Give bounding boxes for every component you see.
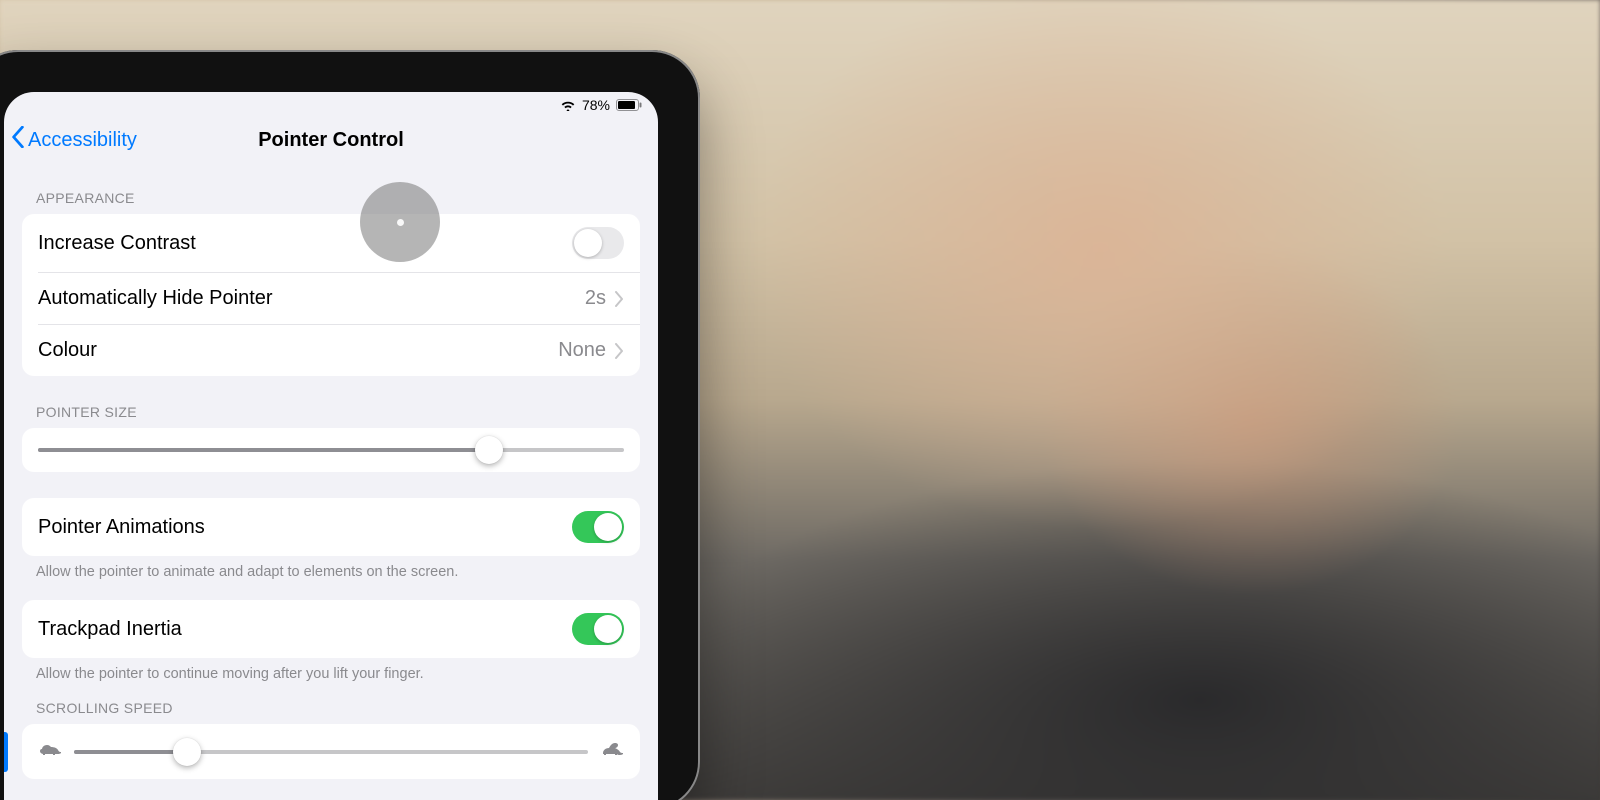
pointer-cursor-demo: [360, 182, 440, 262]
group-pointer-size: [22, 428, 640, 472]
slider-thumb[interactable]: [173, 738, 201, 766]
switch-pointer-animations[interactable]: [572, 511, 624, 543]
wifi-icon: [560, 99, 576, 111]
chevron-left-icon: [10, 126, 26, 154]
label-increase-contrast: Increase Contrast: [38, 232, 572, 255]
row-auto-hide[interactable]: Automatically Hide Pointer 2s: [38, 272, 640, 324]
slider-thumb[interactable]: [475, 436, 503, 464]
sidebar-selection-indicator: [4, 732, 8, 772]
slider-scrolling-speed[interactable]: [74, 750, 588, 754]
label-auto-hide: Automatically Hide Pointer: [38, 287, 585, 310]
row-scrolling-speed-slider: [22, 724, 640, 779]
label-trackpad-inertia: Trackpad Inertia: [38, 618, 572, 641]
row-increase-contrast[interactable]: Increase Contrast: [22, 214, 640, 272]
switch-increase-contrast[interactable]: [572, 227, 624, 259]
slider-pointer-size[interactable]: [38, 448, 624, 452]
section-header-appearance: APPEARANCE: [22, 162, 640, 214]
tortoise-icon: [38, 740, 62, 763]
group-scrolling-speed: [22, 724, 640, 779]
footer-pointer-animations: Allow the pointer to animate and adapt t…: [22, 556, 640, 584]
back-button[interactable]: Accessibility: [4, 126, 137, 154]
battery-percent: 78%: [582, 97, 610, 113]
row-trackpad-inertia[interactable]: Trackpad Inertia: [22, 600, 640, 658]
switch-trackpad-inertia[interactable]: [572, 613, 624, 645]
settings-content: APPEARANCE Increase Contrast Automatical…: [4, 162, 658, 779]
ipad-screen: 78% Accessibility Pointer Control APPEAR…: [4, 92, 658, 800]
row-pointer-animations[interactable]: Pointer Animations: [22, 498, 640, 556]
back-label: Accessibility: [28, 129, 137, 152]
label-pointer-animations: Pointer Animations: [38, 516, 572, 539]
group-pointer-animations: Pointer Animations: [22, 498, 640, 556]
chevron-right-icon: [614, 291, 624, 307]
ipad-frame: 78% Accessibility Pointer Control APPEAR…: [0, 50, 700, 800]
footer-trackpad-inertia: Allow the pointer to continue moving aft…: [22, 658, 640, 686]
group-appearance: Increase Contrast Automatically Hide Poi…: [22, 214, 640, 376]
row-pointer-size-slider: [22, 428, 640, 472]
section-header-pointer-size: POINTER SIZE: [22, 376, 640, 428]
row-colour[interactable]: Colour None: [38, 324, 640, 376]
value-auto-hide: 2s: [585, 287, 606, 310]
status-bar: 78%: [4, 92, 658, 118]
value-colour: None: [558, 339, 606, 362]
section-header-scrolling-speed: SCROLLING SPEED: [22, 686, 640, 724]
nav-bar: Accessibility Pointer Control: [4, 118, 658, 162]
battery-icon: [616, 99, 642, 111]
chevron-right-icon: [614, 343, 624, 359]
hare-icon: [600, 740, 624, 763]
label-colour: Colour: [38, 339, 558, 362]
group-trackpad-inertia: Trackpad Inertia: [22, 600, 640, 658]
